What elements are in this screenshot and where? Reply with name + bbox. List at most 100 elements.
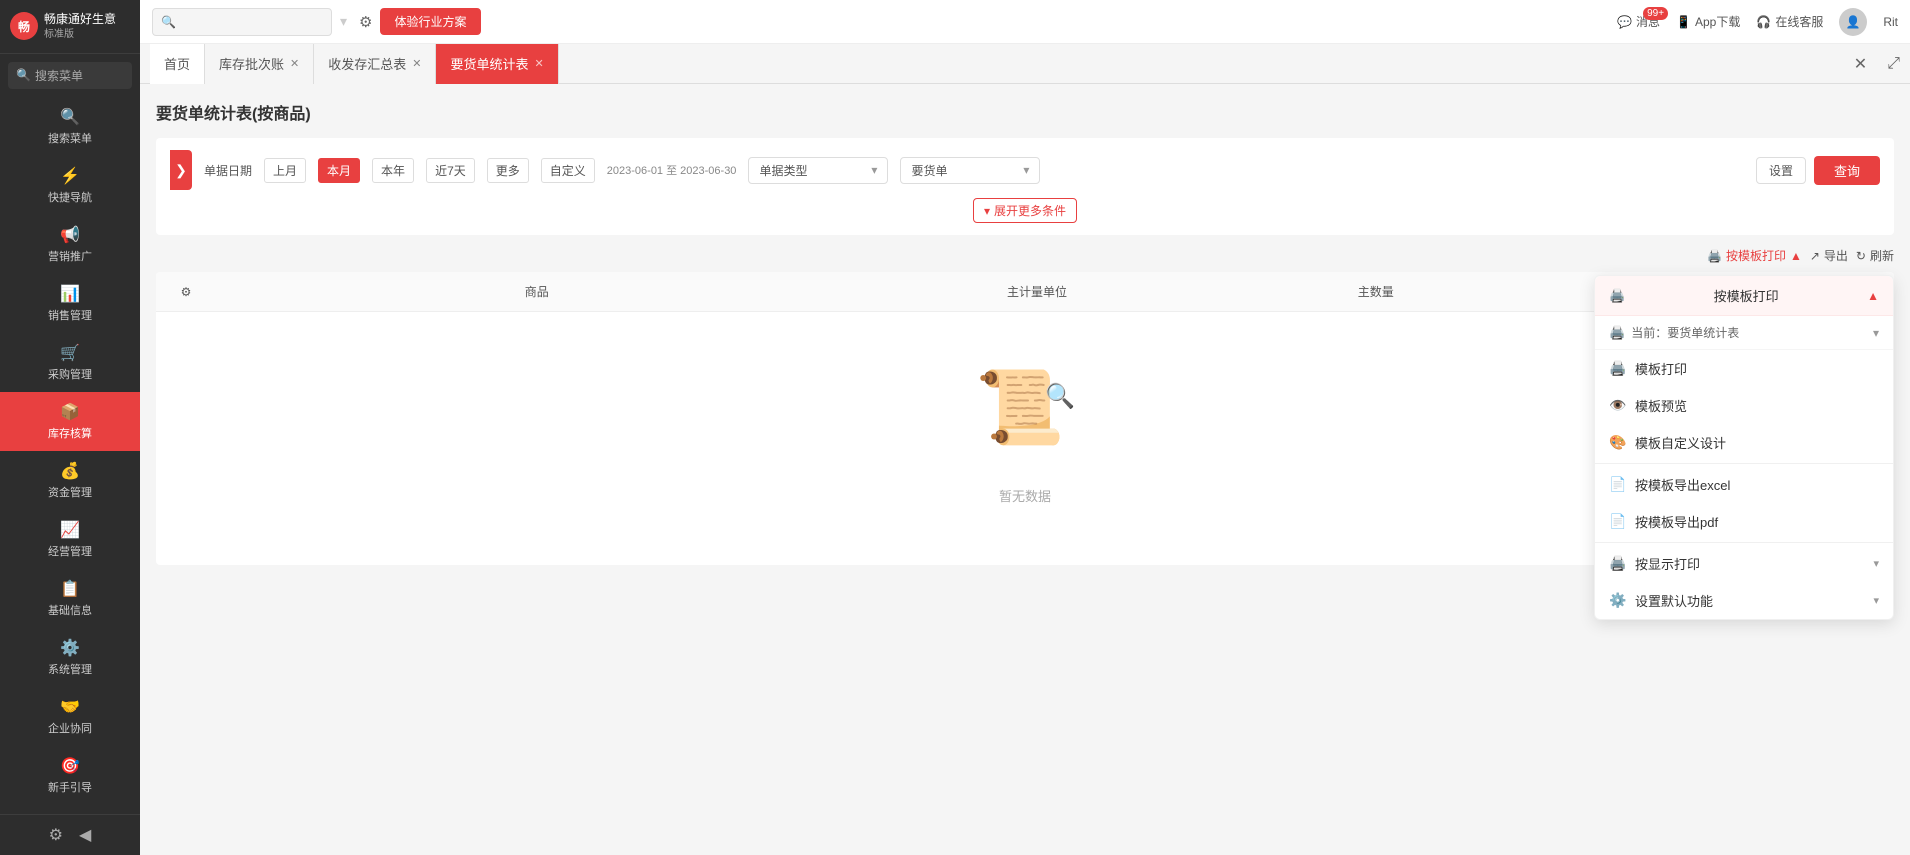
export-icon: ↗ [1810,249,1820,263]
collapse-icon[interactable]: ◀ [79,825,91,845]
set-default-arrow: ▾ [1873,594,1879,607]
tab-home[interactable]: 首页 [150,44,205,84]
purchase-icon: 🛒 [60,343,80,363]
sidebar-item-finance[interactable]: 💰 资金管理 [0,451,140,510]
username-label: Rit [1883,15,1898,29]
sales-icon: 📊 [60,284,80,304]
print-arrow-icon: ▲ [1790,249,1802,263]
print-dropdown-menu: 🖨️ 按模板打印 ▲ 🖨️ 当前：要货单统计表 ▾ 🖨️ 模板打印 👁️ 模板预… [1594,275,1894,620]
chevron-down-icon: ▾ [984,204,990,218]
topbar-search[interactable]: 🔍 [152,8,332,36]
sidebar-item-basic-info[interactable]: 📋 基础信息 [0,569,140,628]
tab-stock-summary[interactable]: 收发存汇总表 ✕ [314,44,436,84]
date-btn-custom[interactable]: 自定义 [541,158,595,183]
collab-icon: 🤝 [60,697,80,717]
sidebar-item-quicknav[interactable]: ⚡ 快捷导航 [0,156,140,215]
excel-icon: 📄 [1609,476,1625,493]
message-btn[interactable]: 💬 消息 99+ [1617,13,1660,30]
column-settings-icon[interactable]: ⚙ [181,285,192,299]
col-settings[interactable]: ⚙ [166,285,206,299]
expand-filter-btn[interactable]: ❯ [170,150,192,190]
topbar-right: 💬 消息 99+ 📱 App下载 🎧 在线客服 👤 Rit [1617,8,1898,36]
operations-icon: 📈 [60,520,80,540]
template-design-item[interactable]: 🎨 模板自定义设计 [1595,424,1893,461]
app-logo-icon: 畅 [10,12,38,40]
display-print-icon: 🖨️ [1609,555,1625,572]
maximize-window-btn[interactable]: ⤢ [1877,55,1910,73]
current-template-item[interactable]: 🖨️ 当前：要货单统计表 ▾ [1595,316,1893,350]
sidebar-item-inventory[interactable]: 📦 库存核算 [0,392,140,451]
template-design-icon: 🎨 [1609,434,1625,451]
export-btn[interactable]: ↗ 导出 [1810,247,1848,264]
settings-btn[interactable]: 设置 [1756,157,1806,184]
settings-footer-icon[interactable]: ⚙ [49,825,63,845]
sidebar-item-guide[interactable]: 🎯 新手引导 [0,746,140,805]
refresh-icon: ↻ [1856,249,1866,263]
query-btn[interactable]: 查询 [1814,156,1880,185]
message-icon: 💬 [1617,15,1632,29]
filter-card: ❯ 单据日期 上月 本月 本年 近7天 更多 自定义 2023-06-01 至 … [156,138,1894,235]
search-nav-icon: 🔍 [60,107,80,127]
display-print-item[interactable]: 🖨️ 按显示打印 ▾ [1595,545,1893,582]
sidebar-item-system[interactable]: ⚙️ 系统管理 [0,628,140,687]
template-print-item[interactable]: 🖨️ 模板打印 [1595,350,1893,387]
sidebar-item-collab[interactable]: 🤝 企业协同 [0,687,140,746]
menu-separator-2 [1595,542,1893,543]
goods-type-dropdown[interactable]: 要货单 ▾ [900,157,1040,184]
expand-more-row: ▾ 展开更多条件 [170,198,1880,223]
dropdown-arrow-icon: ▾ [871,163,877,177]
trial-btn[interactable]: 体验行业方案 [380,8,480,35]
tab-order-stats[interactable]: 要货单统计表 ✕ [436,44,558,84]
sidebar-item-sales[interactable]: 📊 销售管理 [0,274,140,333]
basicinfo-icon: 📋 [60,579,80,599]
close-tab-inventory-batch[interactable]: ✕ [290,57,299,70]
sidebar-logo: 畅 畅康通好生意 标准版 [0,0,140,54]
sidebar-item-search[interactable]: 🔍 搜索菜单 [0,97,140,156]
dropdown-collapse-icon[interactable]: ▲ [1867,289,1879,303]
topbar-gear-icon[interactable]: ⚙ [359,13,372,31]
date-btn-last-month[interactable]: 上月 [264,158,306,183]
topbar-dropdown-arrow[interactable]: ▾ [340,13,347,30]
main-area: 🔍 ▾ ⚙ 体验行业方案 💬 消息 99+ 📱 App下载 🎧 在线客服 👤 R… [140,0,1910,855]
topbar-search-icon: 🔍 [161,15,176,29]
export-excel-item[interactable]: 📄 按模板导出excel [1595,466,1893,503]
search-icon: 🔍 [16,68,31,82]
close-window-btn[interactable]: ✕ [1844,54,1877,74]
sidebar-item-purchase[interactable]: 🛒 采购管理 [0,333,140,392]
download-icon: 📱 [1676,15,1691,29]
sidebar-item-operations[interactable]: 📈 经营管理 [0,510,140,569]
pdf-icon: 📄 [1609,513,1625,530]
order-type-dropdown[interactable]: 单据类型 ▾ [748,157,888,184]
date-btn-this-year[interactable]: 本年 [372,158,414,183]
close-tab-stock-summary[interactable]: ✕ [412,57,421,70]
expand-more-btn[interactable]: ▾ 展开更多条件 [973,198,1077,223]
date-btn-7days[interactable]: 近7天 [426,158,475,183]
sidebar-item-appcenter[interactable]: 🔲 应用中心 [0,805,140,814]
tabs-bar: 首页 库存批次账 ✕ 收发存汇总表 ✕ 要货单统计表 ✕ ✕ ⤢ [140,44,1910,84]
printer-icon: 🖨️ [1707,249,1722,263]
page-title: 要货单统计表(按商品) [156,100,1894,124]
print-dropdown-title-icon: 🖨️ [1609,288,1625,304]
menu-separator-1 [1595,463,1893,464]
print-template-btn[interactable]: 🖨️ 按模板打印 ▲ [1707,247,1802,264]
print-dropdown-header: 🖨️ 按模板打印 ▲ [1595,276,1893,316]
current-template-arrow: ▾ [1873,326,1879,340]
system-icon: ⚙️ [60,638,80,658]
user-avatar[interactable]: 👤 [1839,8,1867,36]
date-btn-this-month[interactable]: 本月 [318,158,360,183]
sidebar-search[interactable]: 🔍 搜索菜单 [8,62,132,89]
tab-inventory-batch[interactable]: 库存批次账 ✕ [205,44,314,84]
refresh-btn[interactable]: ↻ 刷新 [1856,247,1894,264]
table-toolbar: 🖨️ 按模板打印 ▲ ↗ 导出 ↻ 刷新 🖨️ 按模板打印 ▲ � [156,247,1894,264]
date-range-text: 2023-06-01 至 2023-06-30 [607,162,737,178]
template-preview-item[interactable]: 👁️ 模板预览 [1595,387,1893,424]
sidebar-item-marketing[interactable]: 📢 营销推广 [0,215,140,274]
online-service-btn[interactable]: 🎧 在线客服 [1756,13,1823,30]
date-btn-more[interactable]: 更多 [487,158,529,183]
export-pdf-item[interactable]: 📄 按模板导出pdf [1595,503,1893,540]
app-download-btn[interactable]: 📱 App下载 [1676,13,1740,30]
sidebar-footer: ⚙ ◀ [0,814,140,855]
close-tab-order-stats[interactable]: ✕ [535,57,544,70]
set-default-item[interactable]: ⚙️ 设置默认功能 ▾ [1595,582,1893,619]
page-content: 要货单统计表(按商品) ❯ 单据日期 上月 本月 本年 近7天 更多 自定义 2… [140,84,1910,855]
